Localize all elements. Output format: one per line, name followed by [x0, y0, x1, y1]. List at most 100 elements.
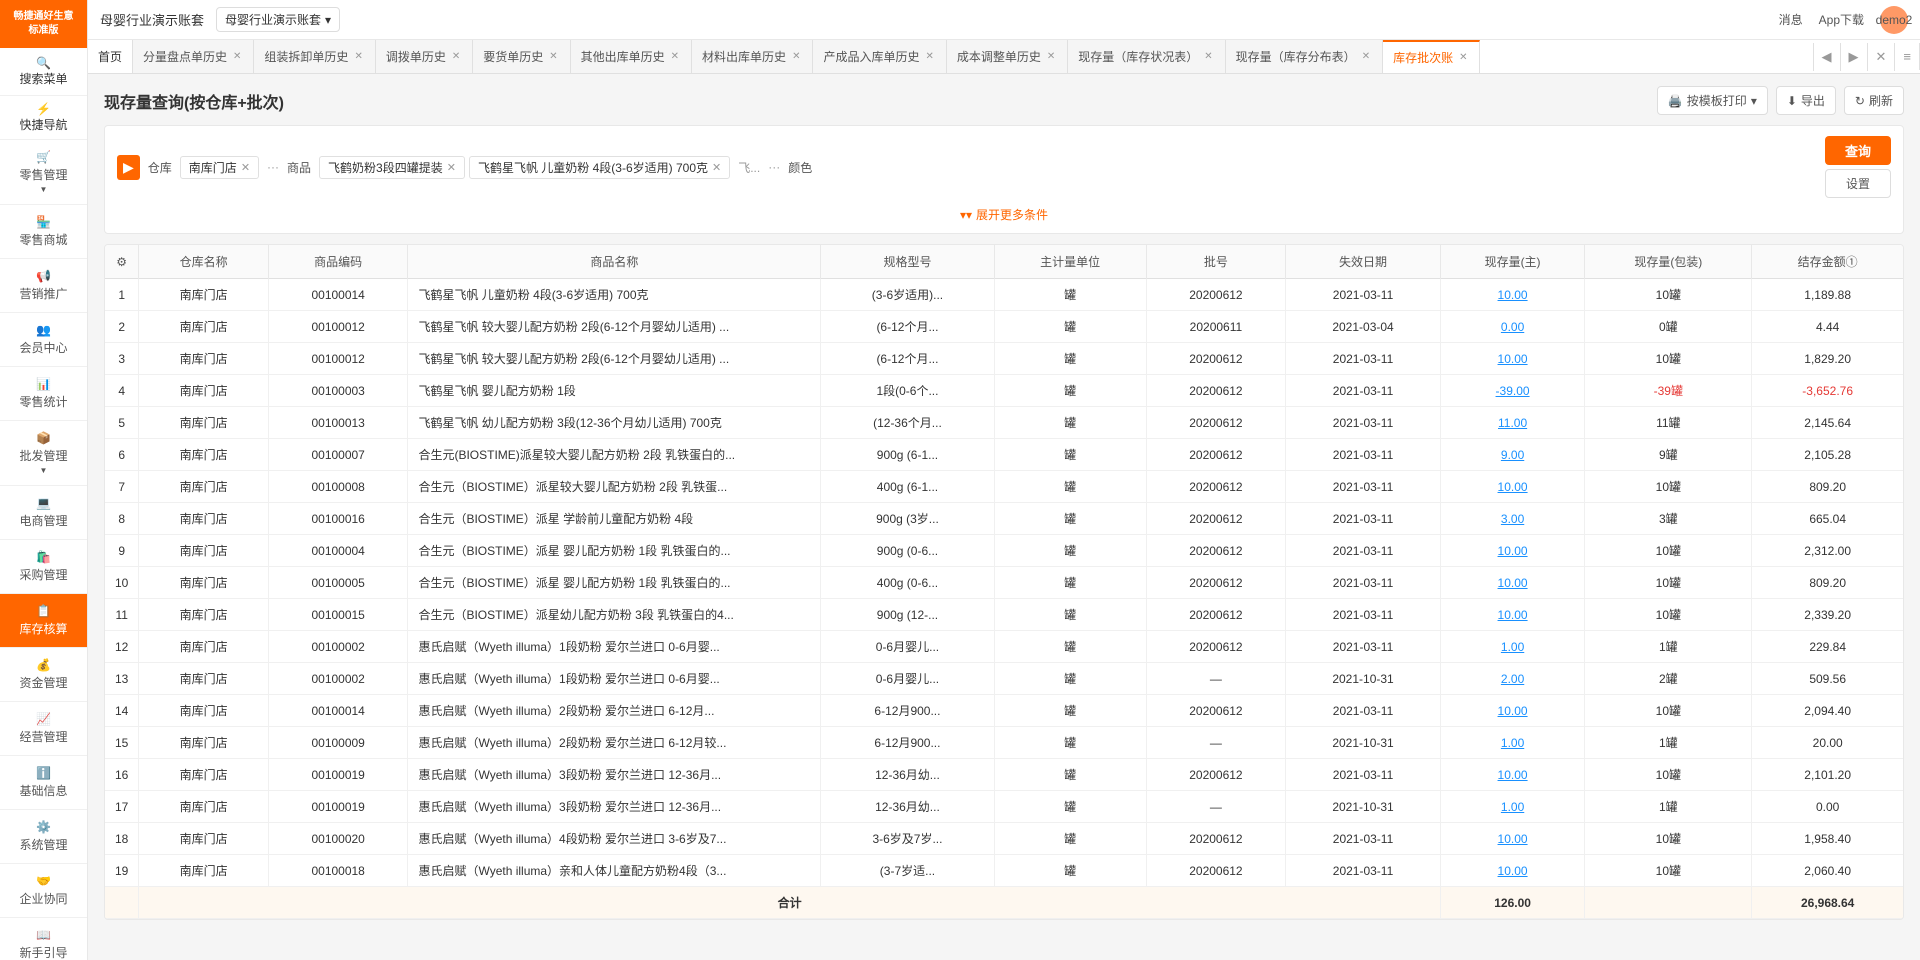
stock-main-cell[interactable]: 10.00	[1440, 823, 1584, 855]
app-download-btn[interactable]: App下载	[1819, 11, 1864, 28]
batch-cell: 20200612	[1146, 439, 1286, 471]
sidebar-item-stats[interactable]: 📊零售统计	[0, 367, 87, 421]
stock-main-cell[interactable]: 3.00	[1440, 503, 1584, 535]
tab-tab5[interactable]: 其他出库单历史✕	[571, 40, 692, 74]
expand-collapse-btn[interactable]: ▶	[117, 155, 140, 180]
tab-close-tab5[interactable]: ✕	[669, 51, 681, 62]
print-btn[interactable]: 🖨️ 按模板打印 ▾	[1657, 86, 1768, 115]
refresh-btn[interactable]: ↻ 刷新	[1844, 86, 1904, 115]
sidebar-item-finance[interactable]: 💰资金管理	[0, 648, 87, 702]
sidebar-item-shortcut[interactable]: ⚡ 快捷导航	[0, 96, 87, 140]
expand-more-conditions-btn[interactable]: ▾▾ 展开更多条件	[960, 206, 1048, 223]
tab-close-tab2[interactable]: ✕	[352, 51, 364, 62]
stock-main-cell[interactable]: 10.00	[1440, 695, 1584, 727]
tab-tab7[interactable]: 产成品入库单历史✕	[813, 40, 946, 74]
avatar[interactable]: demo2	[1880, 6, 1908, 34]
stock-main-cell[interactable]: 10.00	[1440, 855, 1584, 887]
tab-tab2[interactable]: 组装拆卸单历史✕	[254, 40, 375, 74]
product-more[interactable]: 飞...	[738, 159, 760, 176]
tab-close-tab1[interactable]: ✕	[231, 51, 243, 62]
sidebar-item-search[interactable]: 🔍 搜索菜单	[0, 48, 87, 96]
sidebar-item-ecommerce[interactable]: 💻电商管理	[0, 486, 87, 540]
stock-main-cell[interactable]: 1.00	[1440, 791, 1584, 823]
main-container: 母婴行业演示账套 母婴行业演示账套 ▾ 消息 App下载 demo2 首页分量盘…	[88, 0, 1920, 960]
warehouse-cell: 南库门店	[139, 727, 269, 759]
warehouse-more[interactable]: ···	[267, 160, 279, 174]
stock-main-cell[interactable]: 10.00	[1440, 599, 1584, 631]
total-row: 合计 126.00 26,968.64	[105, 887, 1903, 919]
sidebar-item-inventory[interactable]: 📋库存核算	[0, 594, 87, 648]
stock-main-cell[interactable]: 10.00	[1440, 471, 1584, 503]
tab-close-tab6[interactable]: ✕	[790, 51, 802, 62]
stock-main-cell[interactable]: -39.00	[1440, 375, 1584, 407]
product-ellipsis[interactable]: ···	[768, 160, 780, 174]
company-selector[interactable]: 母婴行业演示账套 ▾	[216, 7, 340, 32]
batch-cell: 20200612	[1146, 279, 1286, 311]
tab-tab6[interactable]: 材料出库单历史✕	[692, 40, 813, 74]
stock-main-cell[interactable]: 11.00	[1440, 407, 1584, 439]
top-bar-right: 消息 App下载 demo2	[1779, 6, 1908, 34]
settings-btn[interactable]: 设置	[1825, 169, 1891, 198]
code-cell: 00100009	[268, 727, 408, 759]
tab-close-tab11[interactable]: ✕	[1457, 52, 1469, 63]
product-tag-close-0[interactable]: ✕	[447, 161, 456, 174]
tab-close-tab10[interactable]: ✕	[1360, 51, 1372, 62]
page-header: 现存量查询(按仓库+批次) 🖨️ 按模板打印 ▾ ⬇ 导出 ↻ 刷新	[104, 86, 1904, 115]
query-btn[interactable]: 查询	[1825, 136, 1891, 165]
tab-tab1[interactable]: 分量盘点单历史✕	[133, 40, 254, 74]
product-tag-1[interactable]: 飞鹤星飞帆 儿童奶粉 4段(3-6岁适用) 700克✕	[469, 156, 730, 179]
code-cell: 00100019	[268, 759, 408, 791]
product-tag-close-1[interactable]: ✕	[712, 161, 721, 174]
stock-pack-cell: 10罐	[1585, 279, 1752, 311]
sidebar-item-system[interactable]: ⚙️系统管理	[0, 810, 87, 864]
stock-main-cell[interactable]: 1.00	[1440, 631, 1584, 663]
sidebar-item-retail[interactable]: 🛒零售管理▼	[0, 140, 87, 205]
sidebar-item-member[interactable]: 👥会员中心	[0, 313, 87, 367]
sidebar-item-purchase[interactable]: 🛍️采购管理	[0, 540, 87, 594]
stock-main-cell[interactable]: 2.00	[1440, 663, 1584, 695]
tab-tab11[interactable]: 库存批次账✕	[1383, 40, 1480, 74]
sidebar-item-business[interactable]: 📈经营管理	[0, 702, 87, 756]
tab-close-tab7[interactable]: ✕	[923, 51, 935, 62]
name-cell: 合生元（BIOSTIME）派星幼儿配方奶粉 3段 乳铁蛋白的4...	[408, 599, 821, 631]
stock-main-cell[interactable]: 0.00	[1440, 311, 1584, 343]
sidebar-item-shop[interactable]: 🏪零售商城	[0, 205, 87, 259]
sidebar-item-collab[interactable]: 🤝企业协同	[0, 864, 87, 918]
table-row: 19 南库门店 00100018 惠氏启赋（Wyeth illuma）亲和人体儿…	[105, 855, 1903, 887]
stock-main-cell[interactable]: 10.00	[1440, 279, 1584, 311]
stock-main-cell[interactable]: 10.00	[1440, 535, 1584, 567]
tab-tab9[interactable]: 现存量（库存状况表）✕	[1068, 40, 1225, 74]
message-btn[interactable]: 消息	[1779, 11, 1803, 28]
sidebar-item-wholesale[interactable]: 📦批发管理▼	[0, 421, 87, 486]
tab-home[interactable]: 首页	[88, 40, 133, 74]
expiry-cell: 2021-03-11	[1286, 567, 1441, 599]
tab-menu-btn[interactable]: ≡	[1895, 43, 1920, 70]
sidebar-item-guide[interactable]: 📖新手引导	[0, 918, 87, 960]
tab-tab3[interactable]: 调拨单历史✕	[376, 40, 473, 74]
col-amount: 结存金额①	[1752, 245, 1903, 279]
tab-tab4[interactable]: 要货单历史✕	[473, 40, 570, 74]
sidebar-item-basic[interactable]: ℹ️基础信息	[0, 756, 87, 810]
tab-tab10[interactable]: 现存量（库存分布表）✕	[1226, 40, 1383, 74]
tab-close-tab4[interactable]: ✕	[547, 51, 559, 62]
warehouse-filter-tag[interactable]: 南库门店 ✕	[180, 156, 259, 179]
tab-close-all-btn[interactable]: ✕	[1868, 43, 1896, 71]
export-btn[interactable]: ⬇ 导出	[1776, 86, 1836, 115]
tab-prev-btn[interactable]: ◀	[1814, 43, 1841, 71]
warehouse-tag-close[interactable]: ✕	[241, 161, 250, 174]
stock-main-cell[interactable]: 10.00	[1440, 567, 1584, 599]
tab-next-btn[interactable]: ▶	[1841, 43, 1868, 71]
stock-main-cell[interactable]: 10.00	[1440, 343, 1584, 375]
tab-close-tab9[interactable]: ✕	[1202, 51, 1214, 62]
stock-main-cell[interactable]: 9.00	[1440, 439, 1584, 471]
tab-tab8[interactable]: 成本调整单历史✕	[947, 40, 1068, 74]
sidebar-item-marketing[interactable]: 📢营销推广	[0, 259, 87, 313]
stock-main-cell[interactable]: 1.00	[1440, 727, 1584, 759]
col-name: 商品名称	[408, 245, 821, 279]
amount-cell: 2,105.28	[1752, 439, 1903, 471]
tab-close-tab3[interactable]: ✕	[450, 51, 462, 62]
stock-main-cell[interactable]: 10.00	[1440, 759, 1584, 791]
tab-close-tab8[interactable]: ✕	[1045, 51, 1057, 62]
product-tag-0[interactable]: 飞鹤奶粉3段四罐提装✕	[319, 156, 465, 179]
batch-cell: 20200612	[1146, 631, 1286, 663]
